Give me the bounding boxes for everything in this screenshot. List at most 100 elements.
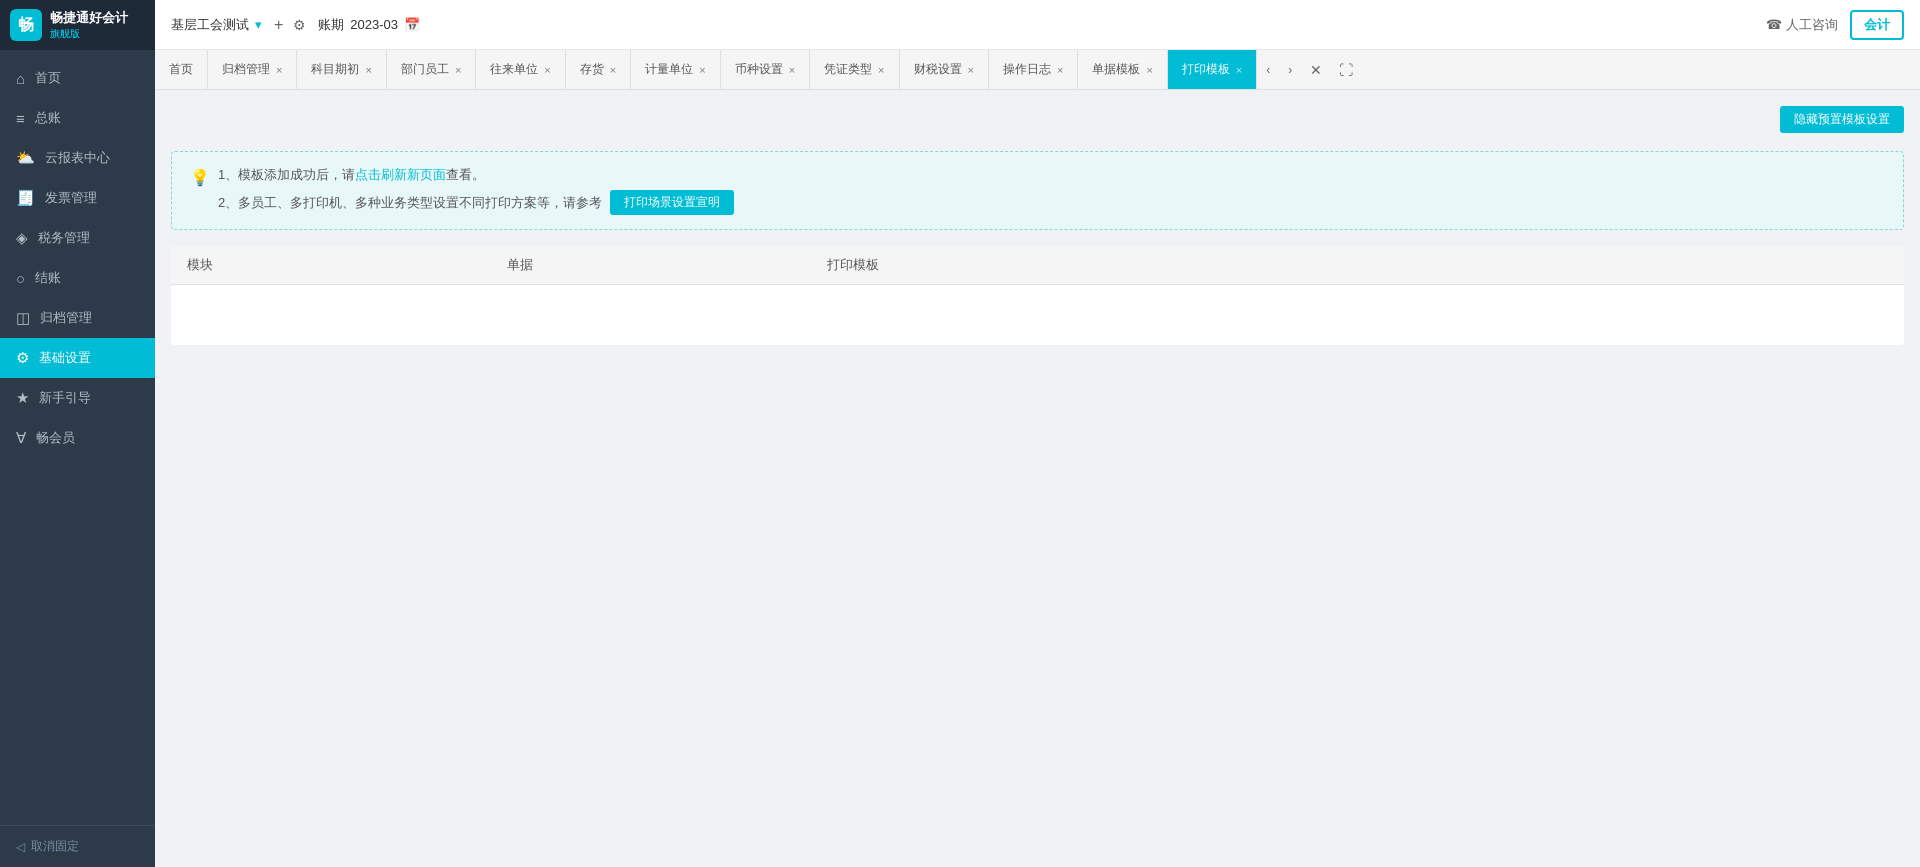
tab-tax_setting[interactable]: 财税设置 × (900, 50, 989, 89)
sidebar: 畅 畅捷通好会计 旗舰版 ⌂首页≡总账 ⛅ 云报表中心 🧾发票管理 ◈ 税务管理 ○结账 ◫ 归… (0, 0, 155, 867)
tab-unit[interactable]: 计量单位 × (631, 50, 720, 89)
nav-icon-guide: ★ (16, 389, 29, 407)
col-header-doc: 单据 (507, 256, 827, 274)
col-header-module: 模块 (187, 256, 507, 274)
company-dropdown-icon: ▾ (255, 17, 262, 32)
period-selector[interactable]: 账期 2023-03 📅 (318, 16, 420, 34)
notice-line2-prefix: 2、多员工、多打印机、多种业务类型设置不同打印方案等，请参考 (218, 194, 602, 212)
tab-close-print_template[interactable]: × (1236, 64, 1242, 76)
tab-close-voucher_type[interactable]: × (878, 64, 884, 76)
company-label: 基层工会测试 (171, 16, 249, 34)
nav-icon-report: ⛅ (16, 149, 35, 167)
sidebar-item-report[interactable]: ⛅ 云报表中心 (0, 138, 155, 178)
nav-label-tax: 税务管理 (38, 229, 90, 247)
content-area: 隐藏预置模板设置 💡 1、模板添加成功后，请点击刷新新页面查看。 2、多员工、多… (155, 90, 1920, 867)
settings-icon[interactable]: ⚙ (293, 17, 306, 33)
logo-icon: 畅 (10, 9, 42, 41)
sidebar-item-vip[interactable]: ∀畅会员 (0, 418, 155, 458)
cancel-fixed-label: 取消固定 (31, 838, 79, 855)
cancel-fixed-btn[interactable]: ◁ 取消固定 (0, 825, 155, 867)
logo-main: 畅捷通好会计 (50, 9, 128, 27)
tab-close-inventory[interactable]: × (610, 64, 616, 76)
data-table: 模块 单据 打印模板 (171, 246, 1904, 345)
main-area: 基层工会测试 ▾ + ⚙ 账期 2023-03 📅 ☎ 人工咨询 会计 首页归档… (155, 0, 1920, 867)
close-all-tabs-button[interactable]: ✕ (1301, 50, 1331, 90)
nav-label-vip: 畅会员 (36, 429, 75, 447)
tab-partner[interactable]: 往来单位 × (476, 50, 565, 89)
period-value: 2023-03 (350, 17, 398, 32)
tab-subject[interactable]: 科目期初 × (297, 50, 386, 89)
sidebar-item-settle[interactable]: ○结账 (0, 258, 155, 298)
tab-close-partner[interactable]: × (544, 64, 550, 76)
tab-label-subject: 科目期初 (311, 61, 359, 78)
tab-close-dept[interactable]: × (455, 64, 461, 76)
refresh-link[interactable]: 点击刷新新页面 (355, 167, 446, 182)
nav-label-ledger: 总账 (35, 109, 61, 127)
tab-close-unit[interactable]: × (699, 64, 705, 76)
customer-service-button[interactable]: ☎ 人工咨询 (1766, 16, 1838, 34)
notice-line2: 2、多员工、多打印机、多种业务类型设置不同打印方案等，请参考 打印场景设置宣明 (218, 190, 734, 215)
period-label: 账期 (318, 16, 344, 34)
tab-label-currency: 币种设置 (735, 61, 783, 78)
sidebar-item-home[interactable]: ⌂首页 (0, 58, 155, 98)
nav-label-home: 首页 (35, 69, 61, 87)
tab-inventory[interactable]: 存货× (566, 50, 631, 89)
expand-tabs-button[interactable]: ⛶ (1331, 50, 1361, 90)
tab-print_template[interactable]: 打印模板 × (1168, 50, 1257, 89)
table-body (171, 285, 1904, 345)
tab-close-currency[interactable]: × (789, 64, 795, 76)
tab-label-tax_setting: 财税设置 (914, 61, 962, 78)
notice-row: 💡 1、模板添加成功后，请点击刷新新页面查看。 2、多员工、多打印机、多种业务类… (190, 166, 1885, 215)
tab-close-archive[interactable]: × (276, 64, 282, 76)
tab-close-op_log[interactable]: × (1057, 64, 1063, 76)
notice-line1-prefix: 1、模板添加成功后，请 (218, 167, 355, 182)
sidebar-item-guide[interactable]: ★ 新手引导 (0, 378, 155, 418)
print-scene-button[interactable]: 打印场景设置宣明 (610, 190, 734, 215)
tab-label-unit: 计量单位 (645, 61, 693, 78)
tab-op_log[interactable]: 操作日志× (989, 50, 1078, 89)
tab-voucher_type[interactable]: 凭证类型× (810, 50, 899, 89)
topbar: 基层工会测试 ▾ + ⚙ 账期 2023-03 📅 ☎ 人工咨询 会计 (155, 0, 1920, 50)
tab-next-button[interactable]: › (1279, 50, 1301, 90)
sidebar-item-invoice[interactable]: 🧾发票管理 (0, 178, 155, 218)
topbar-actions: + ⚙ (274, 16, 306, 34)
tab-archive[interactable]: 归档管理× (208, 50, 297, 89)
tab-currency[interactable]: 币种设置 × (721, 50, 810, 89)
kuaiji-button[interactable]: 会计 (1850, 10, 1904, 40)
sidebar-item-ledger[interactable]: ≡总账 (0, 98, 155, 138)
notice-box: 💡 1、模板添加成功后，请点击刷新新页面查看。 2、多员工、多打印机、多种业务类… (171, 151, 1904, 230)
nav-icon-archive: ◫ (16, 309, 30, 327)
tab-prev-button[interactable]: ‹ (1257, 50, 1279, 90)
notice-text-block: 1、模板添加成功后，请点击刷新新页面查看。 2、多员工、多打印机、多种业务类型设… (218, 166, 734, 215)
tab-label-dept: 部门员工 (401, 61, 449, 78)
tab-label-print_template: 打印模板 (1182, 61, 1230, 78)
hide-template-button[interactable]: 隐藏预置模板设置 (1780, 106, 1904, 133)
nav-label-guide: 新手引导 (39, 389, 91, 407)
sidebar-nav: ⌂首页≡总账 ⛅ 云报表中心 🧾发票管理 ◈ 税务管理 ○结账 ◫ 归档管理 ⚙基础设置 ★ 新手引导… (0, 50, 155, 825)
cancel-fixed-icon: ◁ (16, 840, 25, 854)
logo-sub: 旗舰版 (50, 27, 128, 41)
tab-close-tax_setting[interactable]: × (968, 64, 974, 76)
tab-close-subject[interactable]: × (365, 64, 371, 76)
tab-single_template[interactable]: 单据模板 × (1078, 50, 1167, 89)
company-name[interactable]: 基层工会测试 ▾ (171, 16, 262, 34)
calendar-icon: 📅 (404, 17, 420, 32)
nav-label-settle: 结账 (35, 269, 61, 287)
btn-row: 隐藏预置模板设置 (171, 106, 1904, 141)
sidebar-logo: 畅 畅捷通好会计 旗舰版 (0, 0, 155, 50)
notice-icon: 💡 (190, 168, 210, 187)
sidebar-item-tax[interactable]: ◈ 税务管理 (0, 218, 155, 258)
tab-label-partner: 往来单位 (490, 61, 538, 78)
nav-label-archive: 归档管理 (40, 309, 92, 327)
nav-icon-tax: ◈ (16, 229, 28, 247)
nav-label-invoice: 发票管理 (45, 189, 97, 207)
tab-home[interactable]: 首页 (155, 50, 208, 89)
sidebar-item-basic[interactable]: ⚙基础设置 (0, 338, 155, 378)
tab-close-single_template[interactable]: × (1146, 64, 1152, 76)
tab-label-single_template: 单据模板 (1092, 61, 1140, 78)
add-tab-button[interactable]: + (274, 16, 283, 34)
nav-label-basic: 基础设置 (39, 349, 91, 367)
nav-label-report: 云报表中心 (45, 149, 110, 167)
sidebar-item-archive[interactable]: ◫ 归档管理 (0, 298, 155, 338)
tab-dept[interactable]: 部门员工 × (387, 50, 476, 89)
